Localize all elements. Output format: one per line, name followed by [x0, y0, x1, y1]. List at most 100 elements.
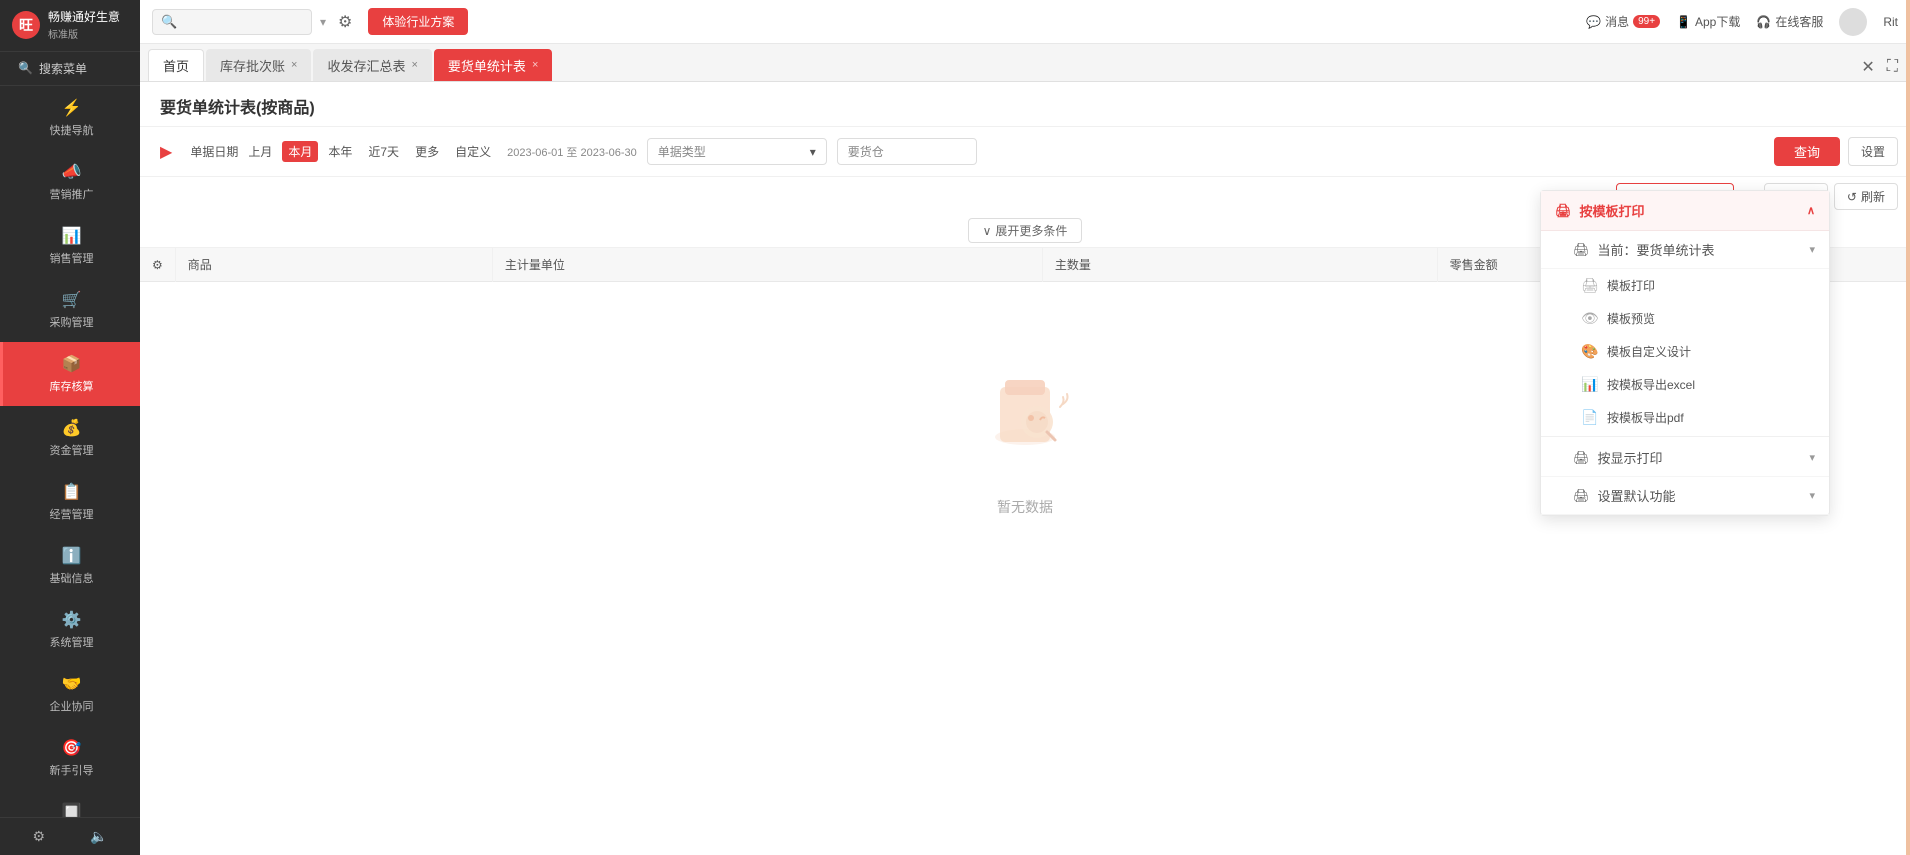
sidebar-item-apps[interactable]: 🔲 应用中心 — [0, 790, 140, 817]
tab-inventory-batch[interactable]: 库存批次账 × — [206, 49, 311, 81]
dropdown-header[interactable]: 🖨 按模板打印 ∧ — [1541, 191, 1829, 231]
topbar-gear-icon[interactable]: ⚙ — [338, 12, 352, 32]
default-function-icon: 🖨 — [1573, 488, 1590, 504]
date-btn-this-year[interactable]: 本年 — [322, 141, 358, 162]
dropdown-divider-1 — [1541, 436, 1829, 437]
sidebar-item-basic[interactable]: ℹ️ 基础信息 — [0, 534, 140, 598]
date-filter-label: 单据日期 — [190, 143, 238, 160]
template-excel-icon: 📊 — [1581, 376, 1597, 393]
page-title: 要货单统计表(按商品) — [140, 82, 1910, 127]
sidebar-item-guide[interactable]: 🎯 新手引导 — [0, 726, 140, 790]
tab-order-stats[interactable]: 要货单统计表 × — [434, 49, 552, 81]
dropdown-item-template-print[interactable]: 🖨 模板打印 — [1541, 269, 1829, 302]
date-filter-group: 单据日期 上月 本月 本年 近7天 更多 自定义 — [190, 141, 497, 162]
tab-collection-summary-close[interactable]: × — [411, 59, 417, 71]
app-download-item[interactable]: 📱 App下载 — [1676, 13, 1740, 30]
topbar-dropdown-chevron[interactable]: ▾ — [320, 15, 326, 29]
tabbar-right: ✕ ⛶ — [1857, 53, 1902, 81]
resize-handle[interactable] — [1906, 82, 1910, 855]
message-icon: 💬 — [1586, 15, 1601, 29]
tab-inventory-batch-label: 库存批次账 — [220, 56, 285, 75]
dropdown-item-template-pdf[interactable]: 📄 按模板导出pdf — [1541, 401, 1829, 434]
sidebar-item-quick-nav[interactable]: ⚡ 快捷导航 — [0, 86, 140, 150]
sales-icon: 📊 — [62, 226, 82, 246]
warehouse-filter-select[interactable]: 要货仓 — [837, 138, 977, 165]
sidebar-item-system[interactable]: ⚙️ 系统管理 — [0, 598, 140, 662]
template-pdf-icon: 📄 — [1581, 409, 1597, 426]
enterprise-icon: 🤝 — [62, 674, 82, 694]
sidebar-item-marketing[interactable]: 📣 营销推广 — [0, 150, 140, 214]
sidebar-item-enterprise[interactable]: 🤝 企业协同 — [0, 662, 140, 726]
sidebar-item-purchase[interactable]: 🛒 采购管理 — [0, 278, 140, 342]
app-download-label: App下载 — [1695, 13, 1740, 30]
trial-button[interactable]: 体验行业方案 — [368, 8, 468, 35]
expand-more-button[interactable]: ∨ 展开更多条件 — [968, 218, 1083, 243]
sidebar-search-label: 搜索菜单 — [39, 60, 87, 77]
current-section-label: 当前：要货单统计表 — [1598, 240, 1715, 259]
date-btn-more[interactable]: 更多 — [409, 141, 445, 162]
date-btn-7days[interactable]: 近7天 — [362, 141, 405, 162]
settings-button[interactable]: 设置 — [1848, 137, 1898, 166]
date-btn-last-month[interactable]: 上月 — [242, 141, 278, 162]
tab-home-label: 首页 — [163, 56, 189, 75]
refresh-button[interactable]: ↺ 刷新 — [1834, 183, 1898, 210]
current-section-icon: 🖨 — [1573, 242, 1590, 258]
sidebar-search-item[interactable]: 🔍 搜索菜单 — [0, 52, 140, 86]
user-avatar[interactable] — [1839, 8, 1867, 36]
sidebar-item-finance[interactable]: 💰 资金管理 — [0, 406, 140, 470]
filter-expand-icon[interactable]: ▶ — [152, 139, 180, 165]
date-btn-this-month[interactable]: 本月 — [282, 141, 318, 162]
app-name: 畅赚通好生意 — [48, 10, 120, 26]
marketing-label: 营销推广 — [50, 186, 94, 202]
inventory-label: 库存核算 — [50, 378, 94, 394]
settings-footer-icon[interactable]: ⚙ — [33, 828, 46, 845]
template-preview-label: 模板预览 — [1607, 310, 1655, 327]
tab-collection-summary-label: 收发存汇总表 — [327, 56, 405, 75]
audio-footer-icon[interactable]: 🔈 — [90, 828, 107, 845]
tab-home[interactable]: 首页 — [148, 49, 204, 81]
dropdown-item-template-preview[interactable]: 👁 模板预览 — [1541, 302, 1829, 335]
sidebar-item-operations[interactable]: 📋 经营管理 — [0, 470, 140, 534]
page-content: 要货单统计表(按商品) ▶ 单据日期 上月 本月 本年 近7天 更多 自定义 2… — [140, 82, 1910, 855]
tab-collection-summary[interactable]: 收发存汇总表 × — [313, 49, 431, 81]
dropdown-item-template-excel[interactable]: 📊 按模板导出excel — [1541, 368, 1829, 401]
th-settings[interactable]: ⚙ — [140, 248, 175, 282]
refresh-label: 刷新 — [1861, 188, 1885, 205]
empty-text: 暂无数据 — [997, 497, 1053, 517]
sidebar-item-inventory[interactable]: 📦 库存核算 — [0, 342, 140, 406]
quick-nav-label: 快捷导航 — [50, 122, 94, 138]
tab-order-stats-close[interactable]: × — [532, 59, 538, 71]
query-button[interactable]: 查询 — [1774, 137, 1840, 166]
operations-icon: 📋 — [62, 482, 82, 502]
tab-close-all-button[interactable]: ✕ — [1857, 53, 1878, 81]
sales-label: 销售管理 — [50, 250, 94, 266]
search-icon: 🔍 — [18, 61, 33, 75]
dropdown-current-section[interactable]: 🖨 当前：要货单统计表 ▾ — [1541, 231, 1829, 269]
dropdown-default-function-section[interactable]: 🖨 设置默认功能 ▾ — [1541, 477, 1829, 515]
topbar-search-input[interactable] — [181, 15, 301, 29]
sidebar-item-sales[interactable]: 📊 销售管理 — [0, 214, 140, 278]
messages-item[interactable]: 💬 消息 99+ — [1586, 13, 1660, 30]
messages-badge: 99+ — [1633, 15, 1660, 28]
tab-inventory-batch-close[interactable]: × — [291, 59, 297, 71]
tab-expand-button[interactable]: ⛶ — [1883, 54, 1902, 80]
th-qty: 主数量 — [1042, 248, 1437, 282]
app-download-icon: 📱 — [1676, 15, 1691, 29]
online-service-item[interactable]: 🎧 在线客服 — [1756, 13, 1823, 30]
date-btn-custom[interactable]: 自定义 — [449, 141, 497, 162]
sidebar-nav: ⚡ 快捷导航 📣 营销推广 📊 销售管理 🛒 采购管理 📦 库存核算 💰 资金管… — [0, 86, 140, 817]
expand-more-label: 展开更多条件 — [995, 222, 1067, 239]
refresh-icon: ↺ — [1847, 190, 1857, 204]
type-filter-select[interactable]: 单据类型 ▾ — [647, 138, 827, 165]
system-icon: ⚙️ — [62, 610, 82, 630]
default-function-label: 设置默认功能 — [1598, 486, 1676, 505]
sidebar-logo: 旺 畅赚通好生意 标准版 — [0, 0, 140, 52]
template-design-label: 模板自定义设计 — [1607, 343, 1691, 360]
dropdown-header-label: 按模板打印 — [1580, 201, 1645, 220]
dropdown-item-template-design[interactable]: 🎨 模板自定义设计 — [1541, 335, 1829, 368]
tabbar: 首页 库存批次账 × 收发存汇总表 × 要货单统计表 × ✕ ⛶ — [140, 44, 1910, 82]
system-label: 系统管理 — [50, 634, 94, 650]
dropdown-display-print-section[interactable]: 🖨 按显示打印 ▾ — [1541, 439, 1829, 477]
topbar-search-box[interactable]: 🔍 — [152, 9, 312, 35]
dropdown-header-chevron: ∧ — [1807, 204, 1815, 217]
